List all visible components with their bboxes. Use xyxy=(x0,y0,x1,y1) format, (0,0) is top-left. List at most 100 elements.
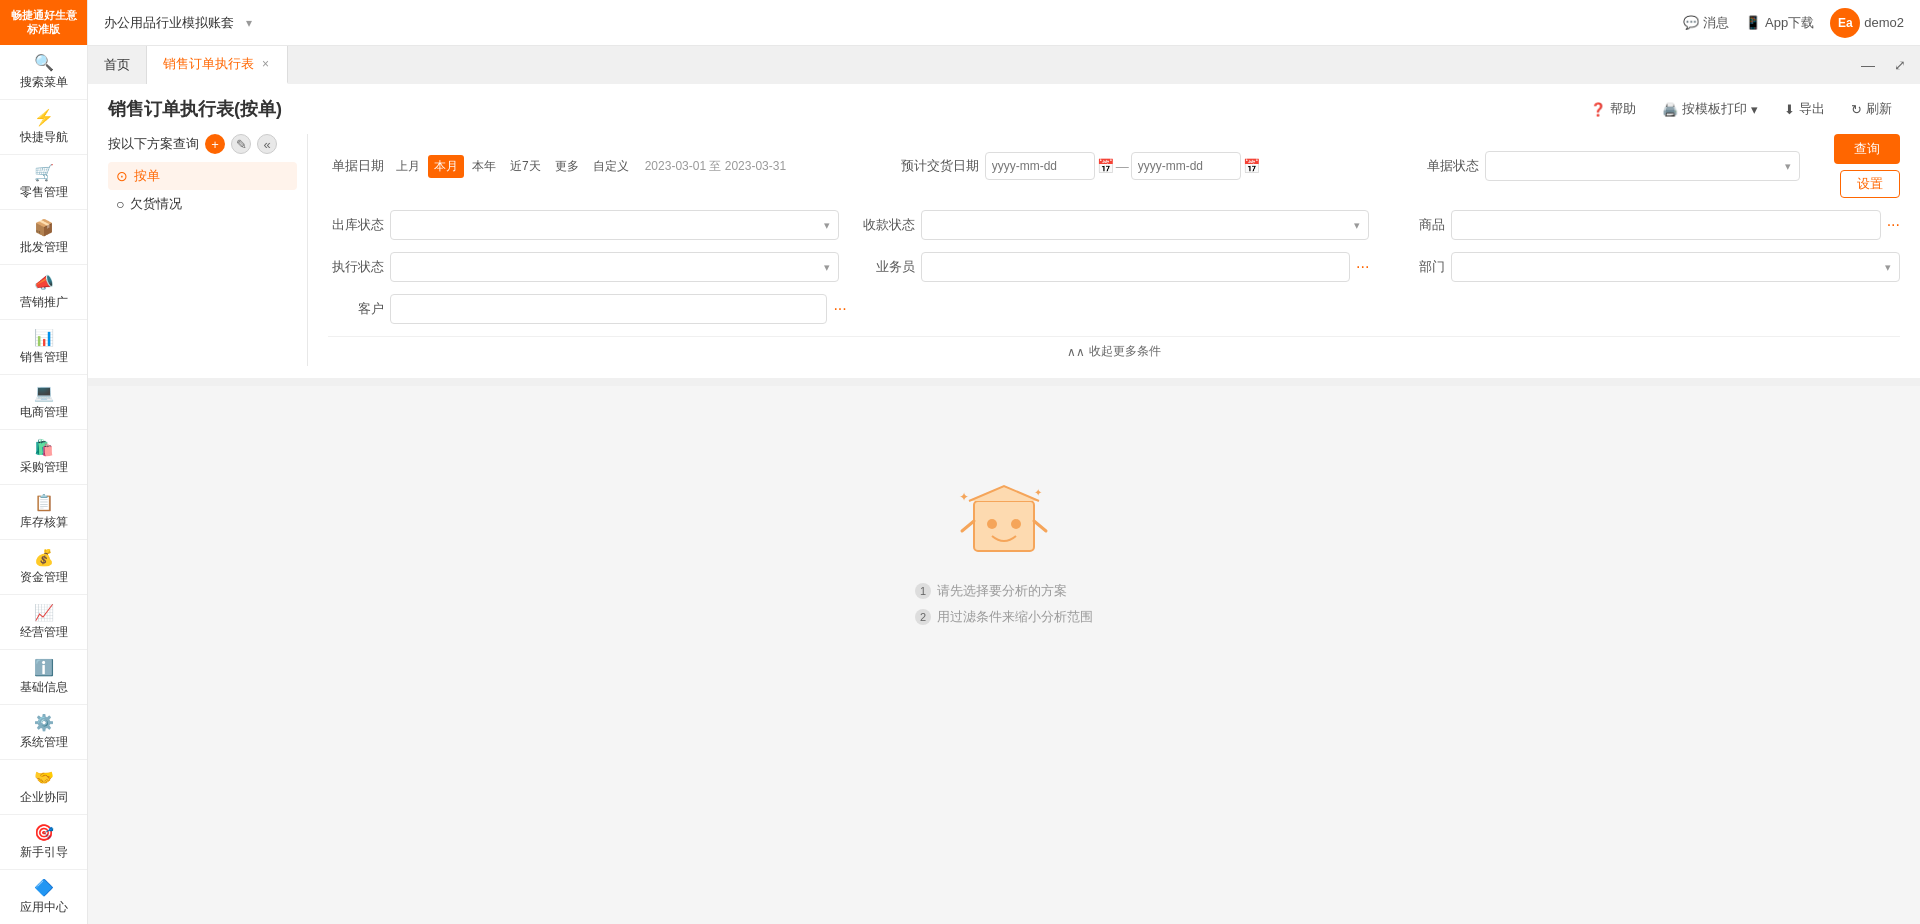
refresh-btn[interactable]: ↻ 刷新 xyxy=(1843,96,1900,122)
collapse-text: 收起更多条件 xyxy=(1089,343,1161,360)
user-menu-btn[interactable]: Ea demo2 xyxy=(1830,8,1904,38)
sidebar-icon-14: 🎯 xyxy=(34,823,54,842)
tab-sales-order[interactable]: 销售订单执行表 × xyxy=(147,46,288,84)
sidebar-label-12: 系统管理 xyxy=(20,734,68,751)
sidebar-item-8[interactable]: 📋 库存核算 xyxy=(0,485,87,540)
page-header: 销售订单执行表(按单) ❓ 帮助 🖨️ 按模板打印 ▾ ⬇ 导出 ↻ 刷新 xyxy=(88,84,1920,122)
date-separator: — xyxy=(1116,159,1129,174)
filter-receive-group: 收款状态 ▾ xyxy=(859,210,1370,240)
customer-more-icon[interactable]: ··· xyxy=(833,300,846,318)
tab-sales-order-label: 销售订单执行表 xyxy=(163,55,254,73)
query-btn[interactable]: 查询 xyxy=(1834,134,1900,164)
predict-date-start-input[interactable] xyxy=(985,152,1095,180)
print-btn[interactable]: 🖨️ 按模板打印 ▾ xyxy=(1654,96,1766,122)
filter-row-1: 单据日期 上月 本月 本年 近7天 更多 自定义 2023-03-01 至 20… xyxy=(328,134,1900,198)
print-dropdown-icon[interactable]: ▾ xyxy=(1751,102,1758,117)
tab-minimize-btn[interactable]: — xyxy=(1856,53,1880,77)
sidebar-item-3[interactable]: 📦 批发管理 xyxy=(0,210,87,265)
sidebar-icon-6: 💻 xyxy=(34,383,54,402)
edit-scheme-btn[interactable]: ✎ xyxy=(231,134,251,154)
sidebar-item-6[interactable]: 💻 电商管理 xyxy=(0,375,87,430)
sidebar-item-0[interactable]: 🔍 搜索菜单 xyxy=(0,45,87,100)
salesperson-more-icon[interactable]: ··· xyxy=(1356,258,1369,276)
sidebar-item-4[interactable]: 📣 营销推广 xyxy=(0,265,87,320)
tab-home[interactable]: 首页 xyxy=(88,46,147,84)
dept-select[interactable]: ▾ xyxy=(1451,252,1900,282)
sidebar-item-10[interactable]: 📈 经营管理 xyxy=(0,595,87,650)
predict-date-end-input[interactable] xyxy=(1131,152,1241,180)
goods-input[interactable] xyxy=(1451,210,1880,240)
sidebar-label-4: 营销推广 xyxy=(20,294,68,311)
scheme-item-0[interactable]: ⊙ 按单 xyxy=(108,162,297,190)
date-tab-this-month[interactable]: 本月 xyxy=(428,155,464,178)
collapse-bar[interactable]: ∧∧ 收起更多条件 xyxy=(328,336,1900,366)
sidebar-icon-10: 📈 xyxy=(34,603,54,622)
sidebar-icon-5: 📊 xyxy=(34,328,54,347)
sidebar-label-7: 采购管理 xyxy=(20,459,68,476)
goods-more-icon[interactable]: ··· xyxy=(1887,216,1900,234)
exec-status-select[interactable]: ▾ xyxy=(390,252,839,282)
sidebar-icon-8: 📋 xyxy=(34,493,54,512)
filter-ship-group: 出库状态 ▾ xyxy=(328,210,839,240)
empty-step-2: 2 用过滤条件来缩小分析范围 xyxy=(915,608,1093,626)
app-download-btn[interactable]: 📱 App下载 xyxy=(1745,14,1814,32)
page-actions: ❓ 帮助 🖨️ 按模板打印 ▾ ⬇ 导出 ↻ 刷新 xyxy=(1582,96,1900,122)
sidebar-item-2[interactable]: 🛒 零售管理 xyxy=(0,155,87,210)
message-btn[interactable]: 💬 消息 xyxy=(1683,14,1729,32)
empty-step-1-text: 请先选择要分析的方案 xyxy=(937,582,1067,600)
date-tab-custom[interactable]: 自定义 xyxy=(587,155,635,178)
scheme-label-0: 按单 xyxy=(134,167,160,185)
collapse-scheme-btn[interactable]: « xyxy=(257,134,277,154)
sidebar-item-11[interactable]: ℹ️ 基础信息 xyxy=(0,650,87,705)
filter-left-panel: 按以下方案查询 + ✎ « ⊙ 按单 ○ 欠货情况 xyxy=(108,134,308,366)
sidebar-item-9[interactable]: 💰 资金管理 xyxy=(0,540,87,595)
help-btn[interactable]: ❓ 帮助 xyxy=(1582,96,1644,122)
app-download-icon: 📱 xyxy=(1745,15,1761,30)
export-label: 导出 xyxy=(1799,100,1825,118)
sidebar-item-14[interactable]: 🎯 新手引导 xyxy=(0,815,87,870)
predict-date-end-icon[interactable]: 📅 xyxy=(1243,158,1260,174)
query-actions: 查询 设置 xyxy=(1820,134,1900,198)
tab-close-icon[interactable]: × xyxy=(260,55,271,73)
sidebar-item-1[interactable]: ⚡ 快捷导航 xyxy=(0,100,87,155)
add-scheme-btn[interactable]: + xyxy=(205,134,225,154)
date-tab-this-year[interactable]: 本年 xyxy=(466,155,502,178)
industry-dropdown-icon[interactable]: ▾ xyxy=(246,16,252,30)
scheme-icon-1: ○ xyxy=(116,196,124,212)
status-dropdown-icon: ▾ xyxy=(1785,160,1791,173)
export-btn[interactable]: ⬇ 导出 xyxy=(1776,96,1833,122)
date-tab-7days[interactable]: 近7天 xyxy=(504,155,547,178)
ship-status-select[interactable]: ▾ xyxy=(390,210,839,240)
step-num-1: 1 xyxy=(915,583,931,599)
ship-status-dropdown-icon: ▾ xyxy=(824,219,830,232)
customer-label: 客户 xyxy=(328,300,384,318)
print-label: 按模板打印 xyxy=(1682,100,1747,118)
filter-right-panel: 单据日期 上月 本月 本年 近7天 更多 自定义 2023-03-01 至 20… xyxy=(308,134,1900,366)
sidebar-item-7[interactable]: 🛍️ 采购管理 xyxy=(0,430,87,485)
sidebar-item-13[interactable]: 🤝 企业协同 xyxy=(0,760,87,815)
minimize-icon: — xyxy=(1861,57,1875,73)
tab-maximize-btn[interactable]: ⤢ xyxy=(1888,53,1912,77)
predict-date-start-icon[interactable]: 📅 xyxy=(1097,158,1114,174)
setting-btn[interactable]: 设置 xyxy=(1840,170,1900,198)
receive-status-select[interactable]: ▾ xyxy=(921,210,1370,240)
filter-goods-group: 商品 ··· xyxy=(1389,210,1900,240)
date-tab-more[interactable]: 更多 xyxy=(549,155,585,178)
sidebar-icon-11: ℹ️ xyxy=(34,658,54,677)
content-area: 销售订单执行表(按单) ❓ 帮助 🖨️ 按模板打印 ▾ ⬇ 导出 ↻ 刷新 xyxy=(88,84,1920,924)
sidebar-icon-9: 💰 xyxy=(34,548,54,567)
customer-input[interactable] xyxy=(390,294,827,324)
refresh-label: 刷新 xyxy=(1866,100,1892,118)
sidebar-item-5[interactable]: 📊 销售管理 xyxy=(0,320,87,375)
date-tab-prev-month[interactable]: 上月 xyxy=(390,155,426,178)
sidebar-icon-4: 📣 xyxy=(34,273,54,292)
scheme-item-1[interactable]: ○ 欠货情况 xyxy=(108,190,297,218)
sidebar-item-12[interactable]: ⚙️ 系统管理 xyxy=(0,705,87,760)
sidebar-item-15[interactable]: 🔷 应用中心 xyxy=(0,870,87,924)
salesperson-input[interactable] xyxy=(921,252,1350,282)
sidebar-icon-12: ⚙️ xyxy=(34,713,54,732)
sidebar-label-13: 企业协同 xyxy=(20,789,68,806)
sidebar-label-2: 零售管理 xyxy=(20,184,68,201)
ship-status-label: 出库状态 xyxy=(328,216,384,234)
status-select[interactable]: ▾ xyxy=(1485,151,1800,181)
